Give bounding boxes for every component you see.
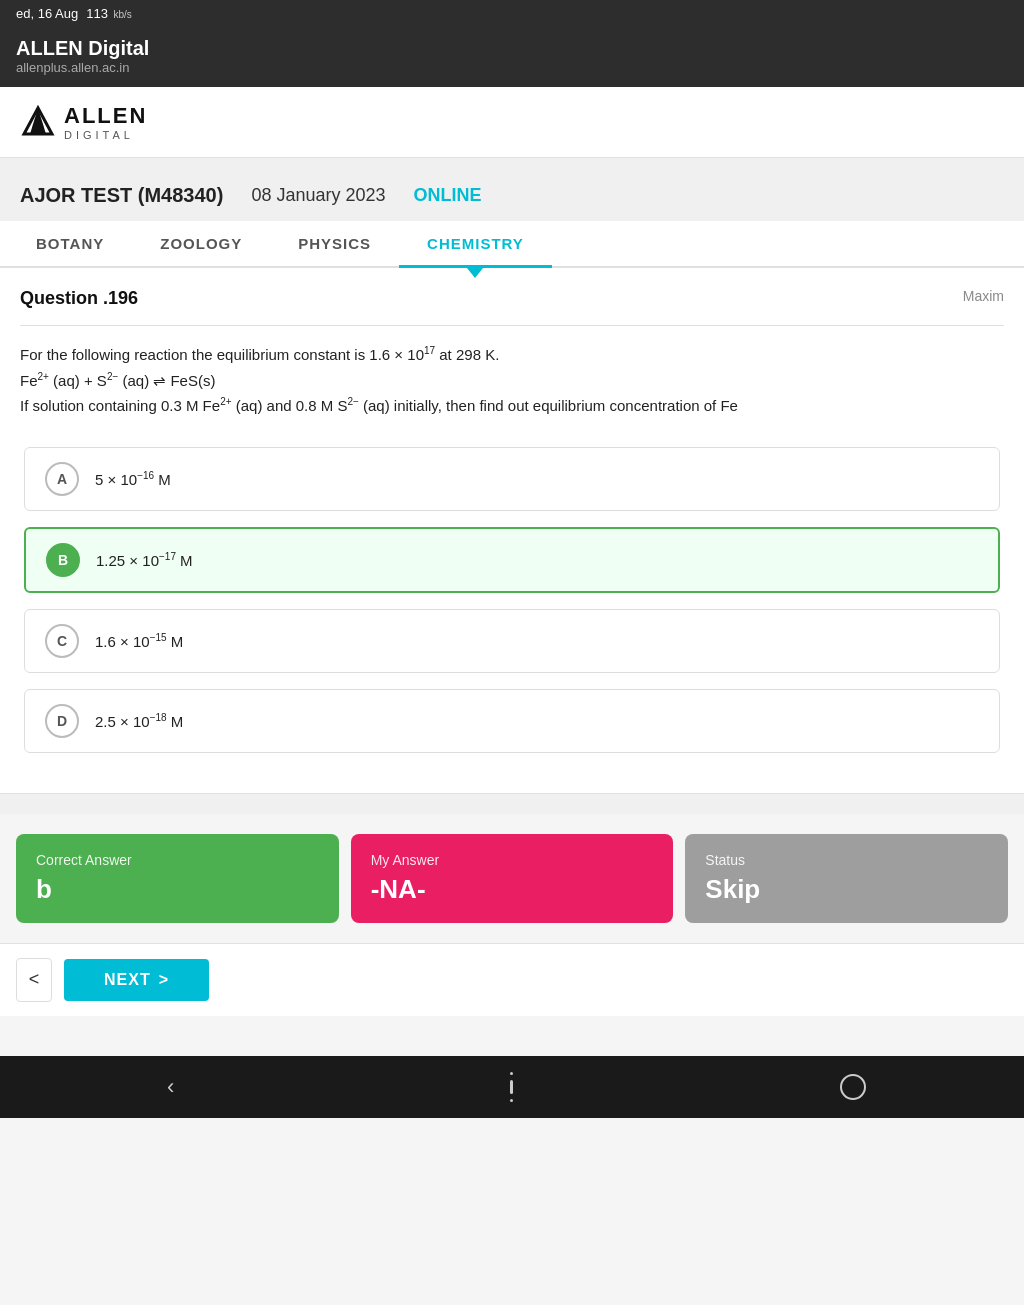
option-b[interactable]: B 1.25 × 10−17 M: [24, 527, 1000, 593]
option-d[interactable]: D 2.5 × 10−18 M: [24, 689, 1000, 753]
question-header: Question .196 Maxim: [20, 288, 1004, 309]
option-b-circle: B: [46, 543, 80, 577]
android-recent-button[interactable]: [833, 1072, 873, 1102]
status-bar: ed, 16 Aug 113 kb/s: [0, 0, 1024, 27]
option-b-text: 1.25 × 10−17 M: [96, 551, 193, 569]
my-answer-card: My Answer -NA-: [351, 834, 674, 923]
prev-button[interactable]: <: [16, 958, 52, 1002]
android-nav-bar: ‹: [0, 1056, 1024, 1118]
test-mode: ONLINE: [414, 185, 482, 206]
option-c-circle: C: [45, 624, 79, 658]
option-c[interactable]: C 1.6 × 10−15 M: [24, 609, 1000, 673]
correct-answer-card: Correct Answer b: [16, 834, 339, 923]
status-value: Skip: [705, 874, 988, 905]
answer-cards: Correct Answer b My Answer -NA- Status S…: [0, 814, 1024, 943]
my-answer-label: My Answer: [371, 852, 654, 868]
option-a[interactable]: A 5 × 10−16 M: [24, 447, 1000, 511]
app-title: ALLEN Digital: [16, 37, 1008, 60]
my-answer-value: -NA-: [371, 874, 654, 905]
android-back-button[interactable]: ‹: [151, 1072, 191, 1102]
android-home-button[interactable]: [492, 1072, 532, 1102]
next-arrow-icon: >: [159, 971, 169, 989]
tab-physics[interactable]: PHYSICS: [270, 221, 399, 266]
logo-text: ALLEN DIGITAL: [64, 103, 147, 141]
tab-active-arrow: [467, 268, 483, 278]
question-area: Question .196 Maxim For the following re…: [0, 268, 1024, 794]
next-button[interactable]: NEXT >: [64, 959, 209, 1001]
option-c-text: 1.6 × 10−15 M: [95, 632, 183, 650]
tab-zoology[interactable]: ZOOLOGY: [132, 221, 270, 266]
status-date: ed, 16 Aug: [16, 6, 78, 21]
logo-bar: ALLEN DIGITAL: [0, 87, 1024, 158]
option-a-circle: A: [45, 462, 79, 496]
correct-answer-value: b: [36, 874, 319, 905]
option-d-text: 2.5 × 10−18 M: [95, 712, 183, 730]
tab-botany[interactable]: BOTANY: [8, 221, 132, 266]
option-d-circle: D: [45, 704, 79, 738]
app-header: ALLEN Digital allenplus.allen.ac.in: [0, 27, 1024, 87]
allen-logo-icon: [20, 104, 56, 140]
tab-chemistry[interactable]: CHEMISTRY: [399, 221, 552, 266]
correct-answer-label: Correct Answer: [36, 852, 319, 868]
status-card: Status Skip: [685, 834, 1008, 923]
nav-bar: < NEXT >: [0, 943, 1024, 1016]
test-header: AJOR TEST (M48340) 08 January 2023 ONLIN…: [0, 170, 1024, 221]
status-label: Status: [705, 852, 988, 868]
option-a-text: 5 × 10−16 M: [95, 470, 171, 488]
question-text: For the following reaction the equilibri…: [20, 342, 1004, 419]
app-url: allenplus.allen.ac.in: [16, 60, 1008, 75]
test-date: 08 January 2023: [251, 185, 385, 206]
question-number: Question .196: [20, 288, 138, 309]
logo-allen: ALLEN: [64, 103, 147, 129]
options-list: A 5 × 10−16 M B 1.25 × 10−17 M C 1.6 × 1…: [20, 447, 1004, 753]
status-speed: 113 kb/s: [86, 6, 132, 21]
logo-digital: DIGITAL: [64, 129, 147, 141]
question-maxmarks: Maxim: [963, 288, 1004, 304]
test-title: AJOR TEST (M48340): [20, 184, 223, 207]
tabs-bar: BOTANY ZOOLOGY PHYSICS CHEMISTRY: [0, 221, 1024, 268]
